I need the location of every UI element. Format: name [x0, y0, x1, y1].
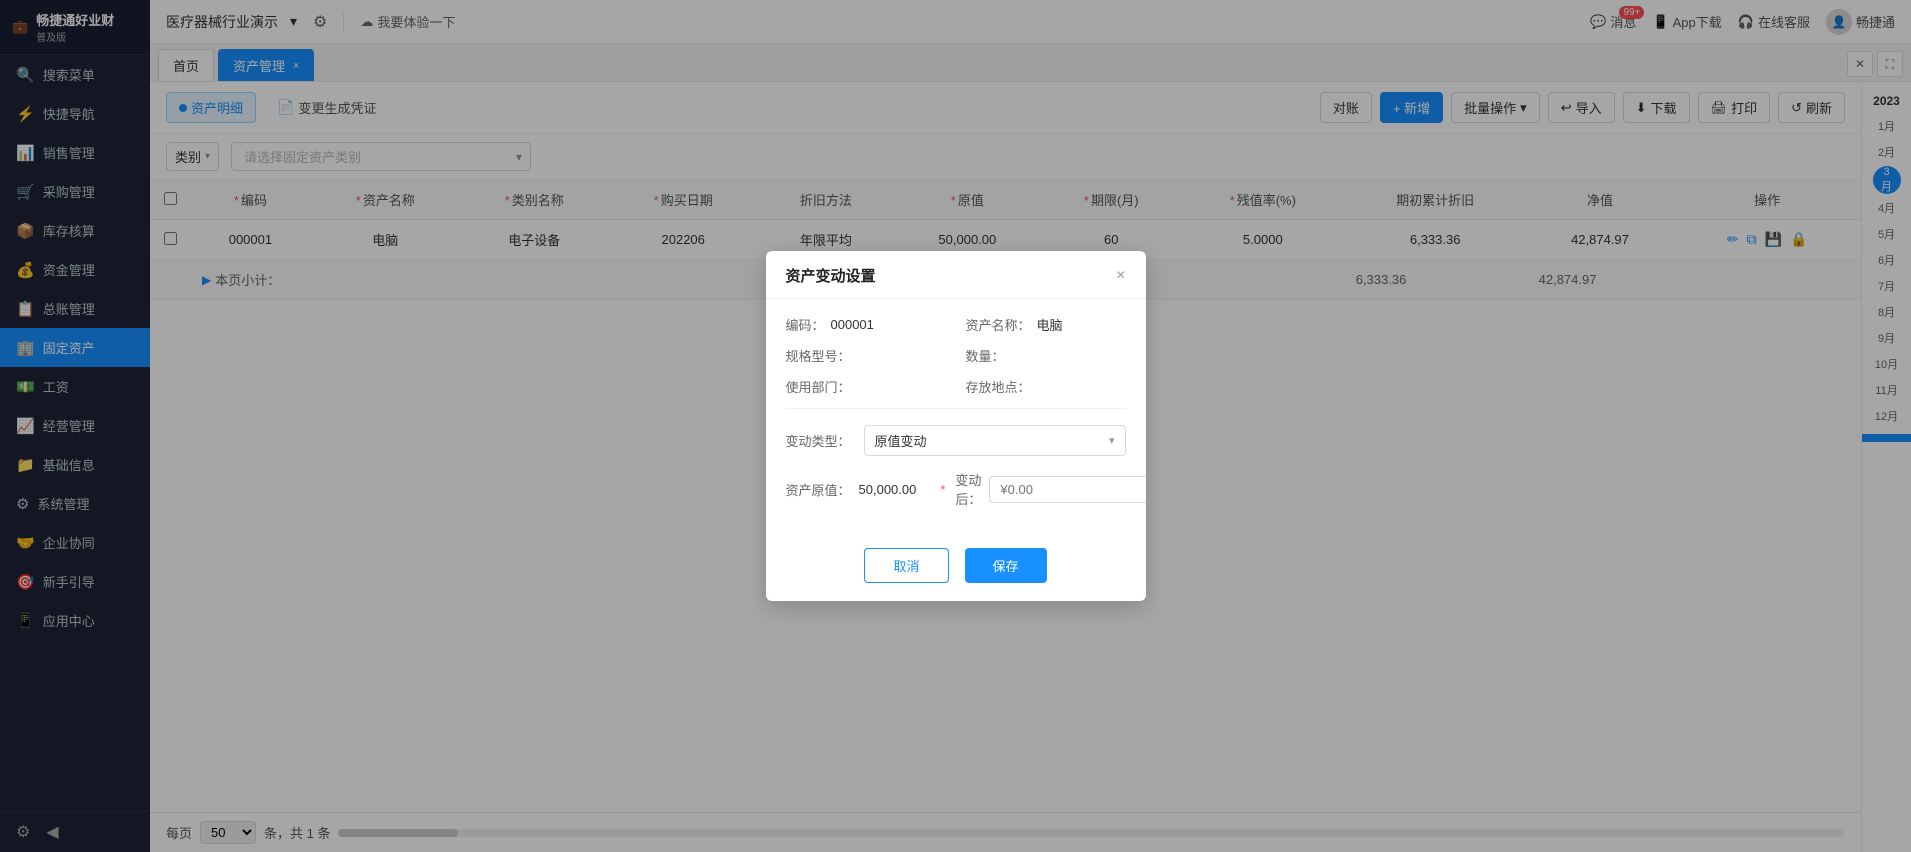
modal-assetname-label: 资产名称：: [966, 315, 1031, 334]
asset-change-modal: 资产变动设置 × 编码： 000001 资产名称： 电脑 规格型号：: [766, 251, 1146, 601]
modal-dept-label: 使用部门：: [786, 377, 851, 396]
modal-changetype-arrow: ▾: [1109, 434, 1115, 447]
modal-code-field: 编码： 000001: [786, 315, 946, 334]
modal-code-value: 000001: [831, 317, 874, 332]
modal-dept-field: 使用部门：: [786, 377, 946, 396]
modal-changetype-row: 变动类型： 原值变动 ▾: [786, 425, 1126, 456]
modal-amount-row: 资产原值： 50,000.00 * 变动后：: [786, 470, 1126, 508]
modal-assetname-field: 资产名称： 电脑: [966, 315, 1126, 334]
modal-divider: [786, 408, 1126, 409]
modal-spec-label: 规格型号：: [786, 346, 851, 365]
modal-assetname-value: 电脑: [1037, 315, 1063, 334]
modal-row-2: 规格型号： 数量：: [786, 346, 1126, 365]
modal-quantity-field: 数量：: [966, 346, 1126, 365]
modal-location-field: 存放地点：: [966, 377, 1126, 396]
modal-changetype-label: 变动类型：: [786, 431, 856, 450]
modal-required-star: *: [940, 482, 945, 497]
modal-quantity-label: 数量：: [966, 346, 1005, 365]
modal-header: 资产变动设置 ×: [766, 251, 1146, 299]
save-button[interactable]: 保存: [965, 548, 1047, 583]
modal-originalvalue-label: 资产原值：: [786, 480, 851, 499]
modal-afterchange-label: 变动后：: [955, 470, 981, 508]
modal-code-label: 编码：: [786, 315, 825, 334]
modal-afterchange-input[interactable]: [989, 476, 1145, 503]
modal-body: 编码： 000001 资产名称： 电脑 规格型号： 数量：: [766, 299, 1146, 540]
modal-changetype-value: 原值变动: [875, 431, 927, 450]
modal-originalvalue: 50,000.00: [859, 482, 917, 497]
modal-row-1: 编码： 000001 资产名称： 电脑: [786, 315, 1126, 334]
modal-changetype-select[interactable]: 原值变动 ▾: [864, 425, 1126, 456]
cancel-button[interactable]: 取消: [864, 548, 948, 583]
modal-footer: 取消 保存: [766, 540, 1146, 601]
modal-overlay: 资产变动设置 × 编码： 000001 资产名称： 电脑 规格型号：: [0, 0, 1911, 852]
modal-spec-field: 规格型号：: [786, 346, 946, 365]
modal-row-3: 使用部门： 存放地点：: [786, 377, 1126, 396]
modal-title: 资产变动设置: [786, 265, 876, 286]
modal-close-btn[interactable]: ×: [1116, 267, 1125, 285]
modal-location-label: 存放地点：: [966, 377, 1031, 396]
